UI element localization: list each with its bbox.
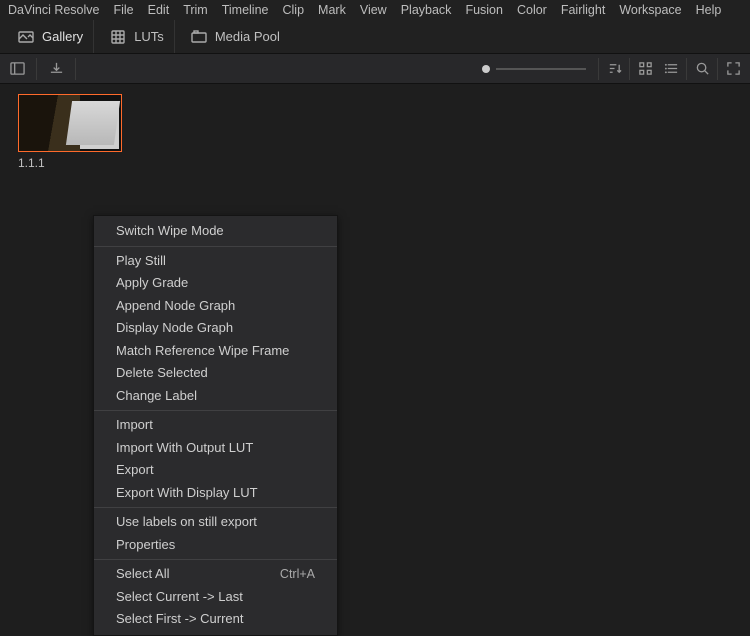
separator bbox=[94, 559, 337, 560]
cm-display-node-graph[interactable]: Display Node Graph bbox=[94, 317, 337, 340]
menu-fusion[interactable]: Fusion bbox=[465, 3, 503, 17]
divider bbox=[75, 58, 76, 80]
search-button[interactable] bbox=[689, 56, 715, 82]
cm-delete-selected[interactable]: Delete Selected bbox=[94, 362, 337, 385]
cm-export-with-display-lut[interactable]: Export With Display LUT bbox=[94, 482, 337, 505]
tab-gallery[interactable]: Gallery bbox=[8, 20, 94, 53]
menu-playback[interactable]: Playback bbox=[401, 3, 452, 17]
cm-switch-wipe-mode[interactable]: Switch Wipe Mode bbox=[94, 220, 337, 243]
menubar: DaVinci Resolve File Edit Trim Timeline … bbox=[0, 0, 750, 20]
cm-select-all[interactable]: Select All Ctrl+A bbox=[94, 563, 337, 586]
panel-tabs: Gallery LUTs Media Pool bbox=[0, 20, 750, 54]
menu-timeline[interactable]: Timeline bbox=[222, 3, 269, 17]
still-image bbox=[19, 95, 121, 151]
tab-mediapool-label: Media Pool bbox=[215, 29, 280, 44]
menu-fairlight[interactable]: Fairlight bbox=[561, 3, 605, 17]
cm-play-still[interactable]: Play Still bbox=[94, 250, 337, 273]
separator bbox=[94, 410, 337, 411]
divider bbox=[36, 58, 37, 80]
cm-change-label[interactable]: Change Label bbox=[94, 385, 337, 408]
mediapool-icon bbox=[191, 29, 207, 45]
menu-trim[interactable]: Trim bbox=[183, 3, 208, 17]
cm-select-current-to-last[interactable]: Select Current -> Last bbox=[94, 586, 337, 609]
menu-workspace[interactable]: Workspace bbox=[619, 3, 681, 17]
slider-track-icon bbox=[496, 68, 586, 70]
thumbnail-size-slider[interactable] bbox=[482, 65, 586, 73]
menu-davinci[interactable]: DaVinci Resolve bbox=[8, 3, 99, 17]
gallery-toolbar bbox=[0, 54, 750, 84]
list-view-button[interactable] bbox=[658, 56, 684, 82]
shortcut-label: Ctrl+A bbox=[280, 565, 315, 584]
menu-mark[interactable]: Mark bbox=[318, 3, 346, 17]
divider bbox=[598, 58, 599, 80]
tab-gallery-label: Gallery bbox=[42, 29, 83, 44]
sort-button[interactable] bbox=[601, 56, 627, 82]
cm-export[interactable]: Export bbox=[94, 459, 337, 482]
still-thumbnail[interactable] bbox=[18, 94, 122, 152]
menu-edit[interactable]: Edit bbox=[148, 3, 170, 17]
cm-select-first-to-current[interactable]: Select First -> Current bbox=[94, 608, 337, 631]
cm-import[interactable]: Import bbox=[94, 414, 337, 437]
gallery-icon bbox=[18, 29, 34, 45]
divider bbox=[717, 58, 718, 80]
cm-match-reference-wipe-frame[interactable]: Match Reference Wipe Frame bbox=[94, 340, 337, 363]
menu-help[interactable]: Help bbox=[696, 3, 722, 17]
menu-file[interactable]: File bbox=[113, 3, 133, 17]
menu-clip[interactable]: Clip bbox=[283, 3, 305, 17]
menu-color[interactable]: Color bbox=[517, 3, 547, 17]
cm-import-with-output-lut[interactable]: Import With Output LUT bbox=[94, 437, 337, 460]
tab-luts[interactable]: LUTs bbox=[100, 20, 175, 53]
still-label: 1.1.1 bbox=[18, 156, 732, 170]
menu-view[interactable]: View bbox=[360, 3, 387, 17]
cm-use-labels-on-still-export[interactable]: Use labels on still export bbox=[94, 511, 337, 534]
tab-luts-label: LUTs bbox=[134, 29, 164, 44]
cm-apply-grade[interactable]: Apply Grade bbox=[94, 272, 337, 295]
gallery-panel: 1.1.1 Switch Wipe Mode Play Still Apply … bbox=[0, 84, 750, 576]
cm-properties[interactable]: Properties bbox=[94, 534, 337, 557]
cm-append-node-graph[interactable]: Append Node Graph bbox=[94, 295, 337, 318]
luts-icon bbox=[110, 29, 126, 45]
slider-handle-icon bbox=[482, 65, 490, 73]
import-still-button[interactable] bbox=[43, 56, 69, 82]
sidebar-toggle-button[interactable] bbox=[4, 56, 30, 82]
context-menu: Switch Wipe Mode Play Still Apply Grade … bbox=[93, 215, 338, 636]
tab-mediapool[interactable]: Media Pool bbox=[181, 20, 290, 53]
grid-view-button[interactable] bbox=[632, 56, 658, 82]
divider bbox=[629, 58, 630, 80]
expand-button[interactable] bbox=[720, 56, 746, 82]
divider bbox=[686, 58, 687, 80]
separator bbox=[94, 246, 337, 247]
separator bbox=[94, 507, 337, 508]
